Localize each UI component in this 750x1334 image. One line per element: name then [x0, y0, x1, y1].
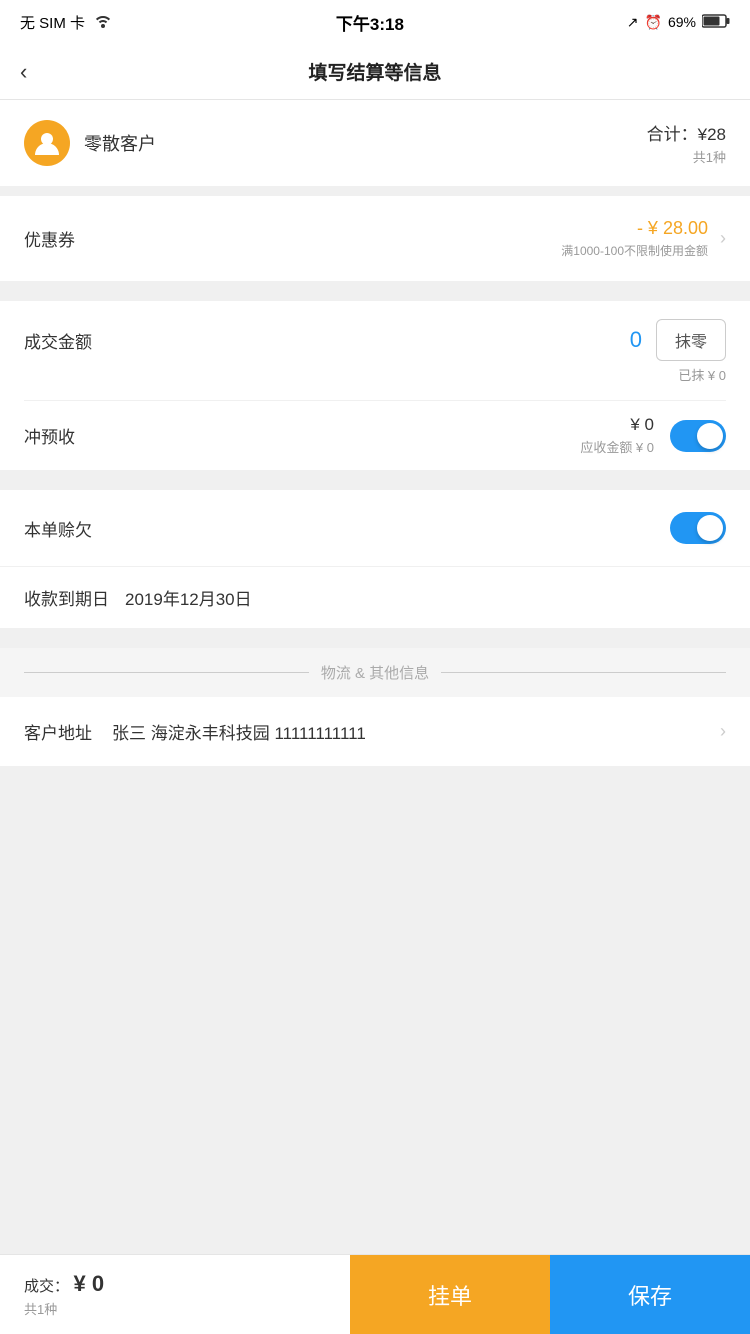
debt-label: 本单赊欠 [24, 516, 92, 541]
prepay-section: 冲预收 ¥ 0 应收金额 ¥ 0 [0, 401, 750, 470]
status-left: 无 SIM 卡 [20, 12, 113, 33]
round-button[interactable]: 抹零 [656, 319, 726, 361]
due-date-label: 收款到期日 [24, 585, 109, 610]
address-section[interactable]: 客户地址 张三 海淀永丰科技园 11111111111 › [0, 697, 750, 766]
prepay-amount-area: ¥ 0 应收金额 ¥ 0 [580, 415, 654, 456]
logistics-title: 物流 & 其他信息 [321, 662, 429, 683]
toggle-thumb [697, 423, 723, 449]
amount-value[interactable]: 0 [612, 327, 642, 353]
bottom-deal-label: 成交： [24, 1278, 69, 1295]
amount-input-area: 0 抹零 [612, 319, 726, 361]
total-amount: 合计：¥28 [647, 120, 726, 145]
customer-avatar [24, 120, 70, 166]
status-bar: 无 SIM 卡 下午3:18 ↗ ⏰ 69% [0, 0, 750, 44]
address-chevron-icon: › [720, 721, 726, 742]
coupon-discount: - ¥ 28.00 [561, 218, 708, 239]
coupon-value-area: - ¥ 28.00 满1000-100不限制使用金额 › [561, 218, 726, 259]
coupon-row[interactable]: 优惠券 - ¥ 28.00 满1000-100不限制使用金额 › [0, 196, 750, 281]
amount-section: 成交金额 0 抹零 已抹 ¥ 0 [0, 301, 750, 400]
amount-label: 成交金额 [24, 328, 92, 353]
save-button[interactable]: 保存 [550, 1255, 750, 1334]
due-date-value: 2019年12月30日 [125, 585, 252, 610]
battery-icon [702, 13, 730, 32]
prepay-right: ¥ 0 应收金额 ¥ 0 [580, 415, 726, 456]
customer-name: 零散客户 [84, 130, 156, 156]
debt-row: 本单赊欠 [0, 490, 750, 566]
coupon-label: 优惠券 [24, 226, 75, 251]
content-area: 零散客户 合计：¥28 共1种 优惠券 - ¥ 28.00 满1000-100不… [0, 100, 750, 866]
customer-left: 零散客户 [24, 120, 156, 166]
status-time: 下午3:18 [336, 10, 404, 35]
alarm-icon: ⏰ [645, 14, 662, 31]
logistics-header: 物流 & 其他信息 [0, 648, 750, 697]
debt-toggle-thumb [697, 515, 723, 541]
separator-1 [0, 291, 750, 301]
due-date-row: 收款到期日 2019年12月30日 [0, 566, 750, 628]
debt-toggle[interactable] [670, 512, 726, 544]
bottom-info: 成交： ¥ 0 共1种 [0, 1271, 350, 1318]
bottom-bar: 成交： ¥ 0 共1种 挂单 保存 [0, 1254, 750, 1334]
prepay-amount: ¥ 0 [580, 415, 654, 435]
status-right: ↗ ⏰ 69% [627, 13, 730, 32]
pending-button[interactable]: 挂单 [350, 1255, 550, 1334]
customer-row: 零散客户 合计：¥28 共1种 [0, 100, 750, 186]
location-icon: ↗ [627, 14, 639, 31]
person-icon [33, 129, 61, 157]
transaction-section: 成交金额 0 抹零 已抹 ¥ 0 冲预收 ¥ 0 应收金额 ¥ 0 [0, 301, 750, 470]
logistics-line-left [24, 672, 309, 673]
amount-row: 成交金额 0 抹零 [24, 301, 726, 365]
debt-section: 本单赊欠 收款到期日 2019年12月30日 [0, 490, 750, 628]
chevron-right-icon: › [720, 228, 726, 249]
battery-label: 69% [668, 14, 696, 30]
coupon-description: 满1000-100不限制使用金额 [561, 242, 708, 259]
back-button[interactable]: ‹ [20, 59, 27, 85]
bottom-deal-row: 成交： ¥ 0 [24, 1271, 326, 1297]
bottom-spacer [0, 776, 750, 866]
address-value: 张三 海淀永丰科技园 11111111111 [112, 719, 720, 744]
address-row[interactable]: 客户地址 张三 海淀永丰科技园 11111111111 › [0, 697, 750, 766]
logistics-line-right [441, 672, 726, 673]
page-title: 填写结算等信息 [308, 58, 441, 85]
bottom-deal-amount: ¥ 0 [73, 1271, 104, 1296]
address-label: 客户地址 [24, 719, 92, 744]
prepay-receivable: 应收金额 ¥ 0 [580, 437, 654, 456]
no-sim-label: 无 SIM 卡 [20, 12, 85, 33]
nav-bar: ‹ 填写结算等信息 [0, 44, 750, 100]
bottom-count: 共1种 [24, 1299, 326, 1318]
total-count: 共1种 [647, 147, 726, 166]
amount-sub-label: 已抹 ¥ 0 [24, 365, 726, 400]
customer-right: 合计：¥28 共1种 [647, 120, 726, 166]
coupon-section[interactable]: 优惠券 - ¥ 28.00 满1000-100不限制使用金额 › [0, 196, 750, 281]
prepay-row: 冲预收 ¥ 0 应收金额 ¥ 0 [24, 401, 726, 470]
separator-3 [0, 638, 750, 648]
customer-section: 零散客户 合计：¥28 共1种 [0, 100, 750, 186]
wifi-icon [93, 12, 113, 32]
separator-2 [0, 480, 750, 490]
coupon-value-right: - ¥ 28.00 满1000-100不限制使用金额 [561, 218, 708, 259]
prepay-toggle[interactable] [670, 420, 726, 452]
prepay-label: 冲预收 [24, 423, 75, 448]
